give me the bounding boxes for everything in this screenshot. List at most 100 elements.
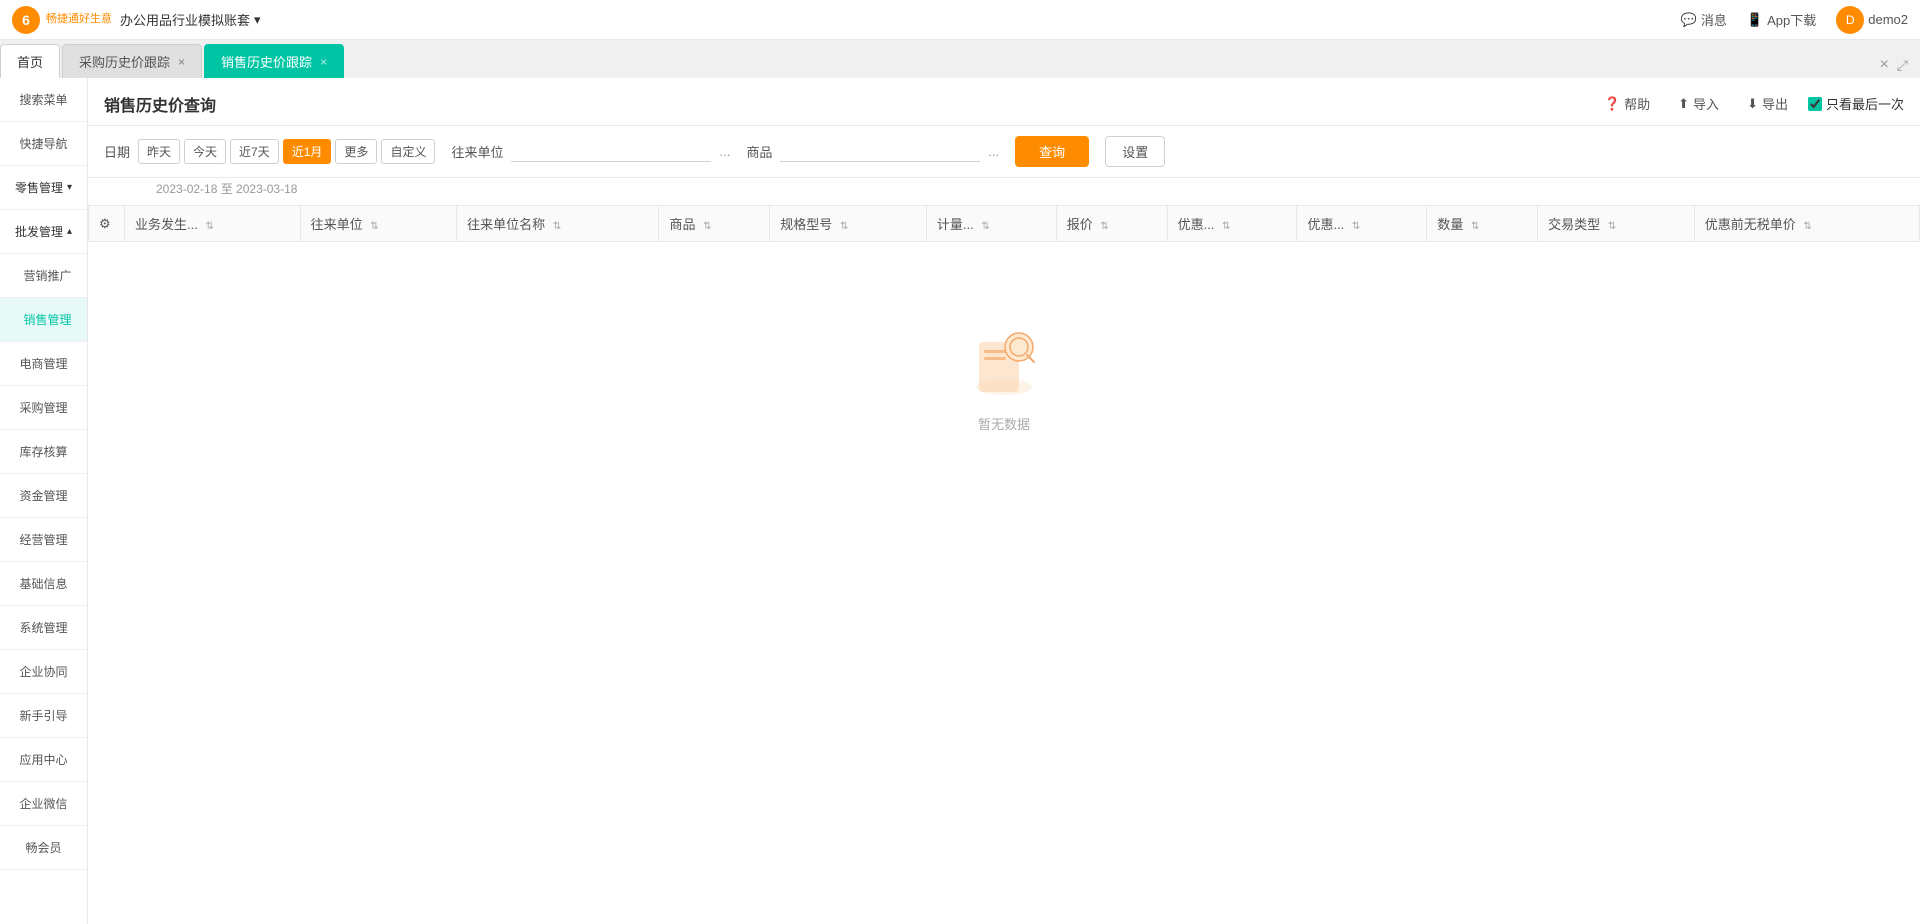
date-filter-label: 日期 [104, 142, 130, 161]
counterparty-input[interactable] [511, 142, 711, 162]
counterparty-filter-label: 往来单位 [451, 142, 503, 161]
sidebar-item-app-center[interactable]: 应用中心 [0, 738, 87, 782]
help-icon: ❓ [1604, 96, 1620, 112]
date-filter-group: 日期 昨天 今天 近7天 近1月 更多 自定义 [104, 139, 435, 164]
sidebar-item-marketing-promo[interactable]: 营销推广 [0, 254, 87, 298]
sidebar-item-enterprise-collab-label: 企业协同 [19, 663, 67, 680]
col-trade-type-sort: ⇅ [1608, 221, 1616, 232]
sidebar-item-sales-mgmt[interactable]: 销售管理 [0, 298, 87, 342]
tab-sales-history[interactable]: 销售历史价跟踪 × [204, 44, 344, 78]
col-quote-sort: ⇅ [1100, 221, 1108, 232]
tab-sales-history-close[interactable]: × [320, 55, 327, 69]
sidebar-item-wholesale-mgmt-label: 批发管理 [15, 223, 63, 240]
col-counterparty-code-label: 往来单位 [311, 217, 363, 232]
sidebar-item-inventory-check-label: 库存核算 [19, 443, 67, 460]
sidebar-item-member[interactable]: 畅会员 [0, 826, 87, 870]
only-last-checkbox-area[interactable]: 只看最后一次 [1808, 94, 1904, 113]
sidebar-item-operations-mgmt[interactable]: 经营管理 [0, 518, 87, 562]
col-discount2-label: 优惠... [1307, 217, 1344, 232]
window-maximize-icon[interactable]: ⤢ [1897, 57, 1908, 74]
col-pre-tax-price-sort: ⇅ [1803, 221, 1811, 232]
col-trade-type[interactable]: 交易类型 ⇅ [1538, 206, 1695, 242]
company-selector[interactable]: 办公用品行业模拟账套 ▾ [120, 10, 261, 29]
sidebar-item-marketing-promo-label: 营销推广 [23, 267, 71, 284]
col-unit[interactable]: 计量... ⇅ [926, 206, 1056, 242]
export-btn[interactable]: ⬇ 导出 [1739, 90, 1796, 117]
gear-icon[interactable]: ⚙ [99, 216, 111, 231]
only-last-checkbox[interactable] [1808, 97, 1822, 111]
user-area[interactable]: D demo2 [1836, 6, 1908, 34]
date-btn-custom[interactable]: 自定义 [381, 139, 435, 164]
empty-state: 暂无数据 [88, 242, 1920, 513]
tab-purchase-history[interactable]: 采购历史价跟踪 × [62, 44, 202, 78]
empty-icon [964, 322, 1044, 402]
col-discount2[interactable]: 优惠... ⇅ [1297, 206, 1427, 242]
sidebar-item-finance-mgmt[interactable]: 资金管理 [0, 474, 87, 518]
sidebar-item-basic-info[interactable]: 基础信息 [0, 562, 87, 606]
sidebar-item-purchase-mgmt[interactable]: 采购管理 [0, 386, 87, 430]
filter-bar: 日期 昨天 今天 近7天 近1月 更多 自定义 往来单位 ... 商品 ... [88, 126, 1920, 178]
col-spec[interactable]: 规格型号 ⇅ [770, 206, 927, 242]
col-biz-date[interactable]: 业务发生... ⇅ [125, 206, 301, 242]
col-biz-date-label: 业务发生... [135, 217, 198, 232]
main-layout: 搜索菜单 快捷导航 零售管理 ▾ 批发管理 ▴ 营销推广 销售管理 电商管理 采… [0, 78, 1920, 924]
content-area: 销售历史价查询 ❓ 帮助 ⬆ 导入 ⬇ 导出 只看最后一次 [88, 78, 1920, 924]
sidebar-item-search-menu-label: 搜索菜单 [19, 91, 67, 108]
sidebar-item-wholesale-mgmt[interactable]: 批发管理 ▴ [0, 210, 87, 254]
sidebar-item-sales-mgmt-label: 销售管理 [23, 311, 71, 328]
query-button[interactable]: 查询 [1015, 136, 1089, 167]
app-download-btn[interactable]: 📱 App下载 [1747, 10, 1816, 29]
retail-mgmt-arrow-down: ▾ [67, 182, 72, 193]
col-pre-tax-price[interactable]: 优惠前无税单价 ⇅ [1694, 206, 1919, 242]
date-btn-more[interactable]: 更多 [335, 139, 377, 164]
sidebar-item-quick-nav-label: 快捷导航 [19, 135, 67, 152]
logo-text: 畅捷通好生意 [46, 12, 112, 26]
col-quote[interactable]: 报价 ⇅ [1056, 206, 1167, 242]
tab-purchase-history-close[interactable]: × [178, 55, 185, 69]
date-btn-today[interactable]: 今天 [184, 139, 226, 164]
date-btn-last7days[interactable]: 近7天 [230, 139, 279, 164]
sidebar-item-purchase-mgmt-label: 采购管理 [19, 399, 67, 416]
app-download-label: App下载 [1767, 10, 1816, 29]
table-header: ⚙ 业务发生... ⇅ 往来单位 ⇅ 往来单位名称 ⇅ [89, 206, 1920, 242]
col-goods-label: 商品 [669, 217, 695, 232]
chevron-down-icon: ▾ [254, 12, 261, 28]
goods-input[interactable] [780, 142, 980, 162]
wholesale-mgmt-arrow-up: ▴ [67, 226, 72, 237]
import-btn[interactable]: ⬆ 导入 [1670, 90, 1727, 117]
col-qty[interactable]: 数量 ⇅ [1427, 206, 1538, 242]
sidebar-item-search-menu[interactable]: 搜索菜单 [0, 78, 87, 122]
sidebar-item-quick-nav[interactable]: 快捷导航 [0, 122, 87, 166]
date-btn-last1month[interactable]: 近1月 [283, 139, 332, 164]
sidebar-item-inventory-check[interactable]: 库存核算 [0, 430, 87, 474]
col-gear[interactable]: ⚙ [89, 206, 125, 242]
message-btn[interactable]: 💬 消息 [1681, 10, 1727, 29]
col-goods[interactable]: 商品 ⇅ [659, 206, 770, 242]
date-range-display: 2023-02-18 至 2023-03-18 [88, 178, 1920, 205]
avatar: D [1836, 6, 1864, 34]
sidebar-item-system-mgmt[interactable]: 系统管理 [0, 606, 87, 650]
sidebar-item-ecommerce-mgmt[interactable]: 电商管理 [0, 342, 87, 386]
tab-home[interactable]: 首页 [0, 44, 60, 78]
col-counterparty-code[interactable]: 往来单位 ⇅ [300, 206, 457, 242]
sidebar-item-enterprise-collab[interactable]: 企业协同 [0, 650, 87, 694]
date-btn-yesterday[interactable]: 昨天 [138, 139, 180, 164]
tab-bar-actions: × ⤢ [1879, 56, 1920, 78]
col-qty-label: 数量 [1437, 217, 1463, 232]
col-qty-sort: ⇅ [1471, 221, 1479, 232]
settings-button[interactable]: 设置 [1105, 136, 1165, 167]
sidebar-item-enterprise-wechat[interactable]: 企业微信 [0, 782, 87, 826]
sidebar-item-enterprise-wechat-label: 企业微信 [19, 795, 67, 812]
message-icon: 💬 [1681, 12, 1697, 28]
col-discount1[interactable]: 优惠... ⇅ [1167, 206, 1297, 242]
window-close-icon[interactable]: × [1879, 56, 1888, 74]
sidebar-item-retail-mgmt[interactable]: 零售管理 ▾ [0, 166, 87, 210]
sidebar-item-new-guide-label: 新手引导 [19, 707, 67, 724]
col-pre-tax-price-label: 优惠前无税单价 [1705, 217, 1796, 232]
sidebar-item-new-guide[interactable]: 新手引导 [0, 694, 87, 738]
col-counterparty-name[interactable]: 往来单位名称 ⇅ [457, 206, 659, 242]
top-bar-left: 6 畅捷通好生意 办公用品行业模拟账套 ▾ [12, 6, 261, 34]
page-actions: ❓ 帮助 ⬆ 导入 ⬇ 导出 只看最后一次 [1596, 90, 1904, 117]
help-btn[interactable]: ❓ 帮助 [1596, 90, 1658, 117]
col-quote-label: 报价 [1067, 217, 1093, 232]
